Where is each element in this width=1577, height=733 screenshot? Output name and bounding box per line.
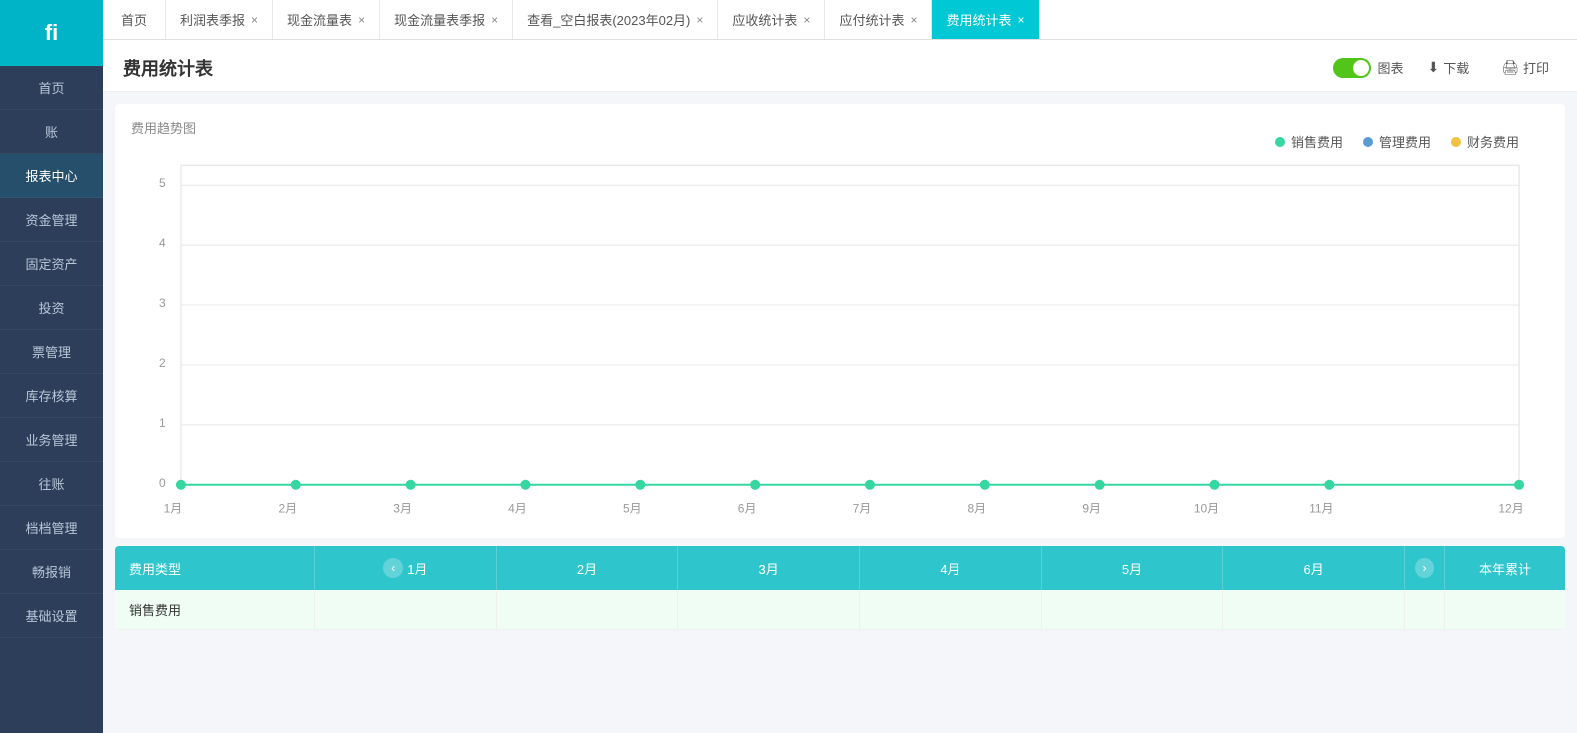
tab-home[interactable]: 首页 bbox=[103, 0, 166, 39]
close-tab-payable[interactable]: × bbox=[910, 14, 917, 26]
tab-cashflow-q[interactable]: 现金流量表季报 × bbox=[380, 0, 513, 39]
svg-text:5月: 5月 bbox=[623, 502, 642, 516]
table-body: 销售费用 bbox=[115, 590, 1565, 630]
svg-text:4月: 4月 bbox=[508, 502, 527, 516]
tab-expense-stat[interactable]: 费用统计表 × bbox=[932, 0, 1039, 39]
svg-text:10月: 10月 bbox=[1194, 502, 1219, 516]
sidebar: fi 首页 账 报表中心 资金管理 固定资产 投资 票管理 库存核算 业务管理 … bbox=[0, 0, 103, 733]
toggle-track[interactable] bbox=[1333, 58, 1371, 78]
page-header: 费用统计表 图表 ⬇ 下载 🖨 打印 bbox=[103, 40, 1577, 92]
svg-text:2: 2 bbox=[159, 356, 166, 370]
td-m5 bbox=[1042, 590, 1224, 629]
download-button[interactable]: ⬇ 下载 bbox=[1419, 54, 1477, 81]
sidebar-item-reports[interactable]: 报表中心 bbox=[0, 154, 103, 198]
svg-text:3月: 3月 bbox=[393, 502, 412, 516]
svg-text:11月: 11月 bbox=[1309, 502, 1333, 516]
chart-section: 费用趋势图 销售费用 管理费用 财务费用 bbox=[115, 104, 1565, 538]
td-m1 bbox=[315, 590, 497, 629]
close-tab-expense-stat[interactable]: × bbox=[1017, 14, 1024, 26]
th-m5: 5月 bbox=[1042, 546, 1224, 590]
toggle-label: 图表 bbox=[1377, 58, 1403, 77]
th-type: 费用类型 bbox=[115, 546, 315, 590]
sidebar-logo: fi bbox=[0, 0, 103, 66]
page-title: 费用统计表 bbox=[123, 55, 213, 81]
tab-payable[interactable]: 应付统计表 × bbox=[825, 0, 932, 39]
tab-bar: 首页 利润表季报 × 现金流量表 × 现金流量表季报 × 查看_空白报表(202… bbox=[103, 0, 1577, 40]
close-tab-cashflow-q[interactable]: × bbox=[491, 14, 498, 26]
sidebar-item-expense[interactable]: 畅报销 bbox=[0, 550, 103, 594]
sidebar-item-settings[interactable]: 基础设置 bbox=[0, 594, 103, 638]
svg-text:9月: 9月 bbox=[1082, 502, 1101, 516]
th-m3: 3月 bbox=[678, 546, 860, 590]
sidebar-item-assets[interactable]: 固定资产 bbox=[0, 242, 103, 286]
svg-text:3: 3 bbox=[159, 296, 166, 310]
svg-text:8月: 8月 bbox=[967, 502, 986, 516]
th-nav: › bbox=[1405, 546, 1445, 590]
close-tab-cashflow[interactable]: × bbox=[358, 14, 365, 26]
sidebar-item-tickets[interactable]: 票管理 bbox=[0, 330, 103, 374]
th-m4: 4月 bbox=[860, 546, 1042, 590]
th-total: 本年累计 bbox=[1445, 546, 1565, 590]
nav-right-arrow[interactable]: › bbox=[1415, 558, 1434, 578]
close-tab-blank[interactable]: × bbox=[696, 14, 703, 26]
nav-left-arrow[interactable]: ‹ bbox=[383, 558, 403, 578]
main-area: 首页 利润表季报 × 现金流量表 × 现金流量表季报 × 查看_空白报表(202… bbox=[103, 0, 1577, 733]
table-header: 费用类型 ‹ 1月 2月 3月 4月 5月 bbox=[115, 546, 1565, 590]
sidebar-item-invest[interactable]: 投资 bbox=[0, 286, 103, 330]
svg-text:1月: 1月 bbox=[164, 502, 183, 516]
sidebar-item-archives[interactable]: 档档管理 bbox=[0, 506, 103, 550]
chart-svg-container: 5 4 3 2 1 0 bbox=[131, 145, 1549, 528]
td-nav-empty bbox=[1405, 590, 1445, 629]
download-icon: ⬇ bbox=[1427, 59, 1439, 76]
tab-cashflow[interactable]: 现金流量表 × bbox=[273, 0, 380, 39]
sidebar-item-funds[interactable]: 资金管理 bbox=[0, 198, 103, 242]
print-icon: 🖨 bbox=[1501, 59, 1519, 76]
tab-profit[interactable]: 利润表季报 × bbox=[166, 0, 273, 39]
svg-text:4: 4 bbox=[159, 236, 166, 250]
th-m6: 6月 bbox=[1223, 546, 1405, 590]
td-m2 bbox=[497, 590, 679, 629]
td-type: 销售费用 bbox=[115, 590, 315, 629]
trend-chart: 5 4 3 2 1 0 bbox=[131, 145, 1549, 525]
sidebar-item-inventory[interactable]: 库存核算 bbox=[0, 374, 103, 418]
tab-receivable[interactable]: 应收统计表 × bbox=[718, 0, 825, 39]
sidebar-item-business[interactable]: 业务管理 bbox=[0, 418, 103, 462]
svg-text:0: 0 bbox=[159, 476, 166, 490]
header-actions: 图表 ⬇ 下载 🖨 打印 bbox=[1333, 54, 1557, 81]
td-total bbox=[1445, 590, 1565, 629]
print-button[interactable]: 🖨 打印 bbox=[1493, 54, 1557, 81]
svg-text:1: 1 bbox=[159, 416, 166, 430]
tab-blank[interactable]: 查看_空白报表(2023年02月) × bbox=[513, 0, 718, 39]
svg-text:5: 5 bbox=[159, 176, 166, 190]
close-tab-profit[interactable]: × bbox=[251, 14, 258, 26]
sidebar-item-account[interactable]: 账 bbox=[0, 110, 103, 154]
logo-text: fi bbox=[45, 20, 58, 46]
td-m4 bbox=[860, 590, 1042, 629]
content-area: 费用统计表 图表 ⬇ 下载 🖨 打印 bbox=[103, 40, 1577, 733]
sidebar-item-ledger[interactable]: 往账 bbox=[0, 462, 103, 506]
td-m3 bbox=[678, 590, 860, 629]
svg-text:2月: 2月 bbox=[278, 502, 297, 516]
close-tab-receivable[interactable]: × bbox=[803, 14, 810, 26]
th-m1: ‹ 1月 bbox=[315, 546, 497, 590]
toggle-thumb bbox=[1353, 60, 1369, 76]
table-row: 销售费用 bbox=[115, 590, 1565, 630]
svg-text:12月: 12月 bbox=[1498, 502, 1523, 516]
table-section: 费用类型 ‹ 1月 2月 3月 4月 5月 bbox=[115, 546, 1565, 630]
th-m2: 2月 bbox=[497, 546, 679, 590]
svg-text:6月: 6月 bbox=[738, 502, 757, 516]
sidebar-item-home[interactable]: 首页 bbox=[0, 66, 103, 110]
td-m6 bbox=[1223, 590, 1405, 629]
svg-text:7月: 7月 bbox=[853, 502, 872, 516]
chart-toggle[interactable]: 图表 bbox=[1333, 58, 1403, 78]
